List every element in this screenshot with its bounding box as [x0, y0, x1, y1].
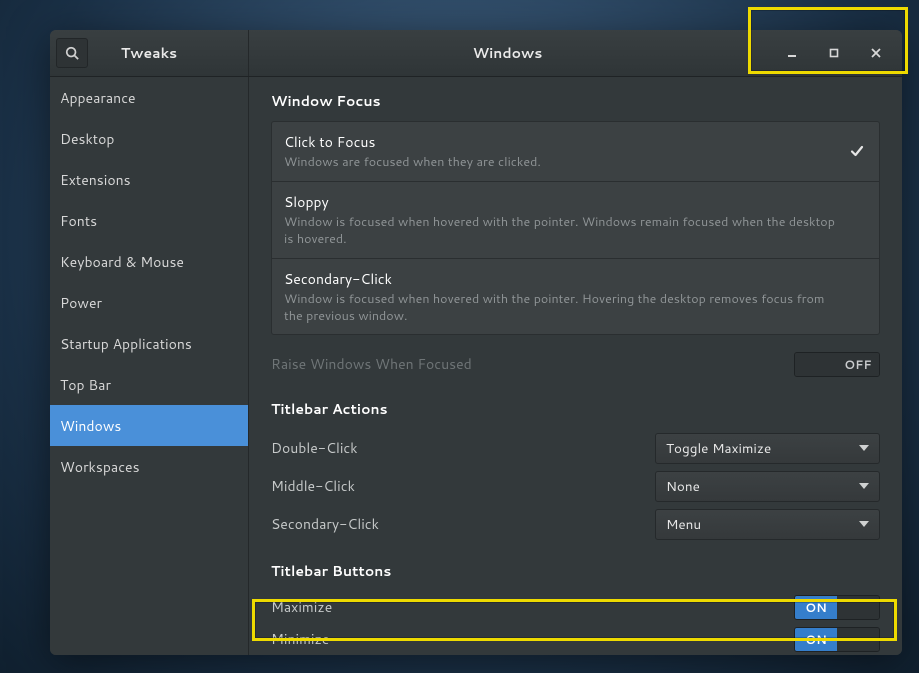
focus-option-title: Click to Focus: [284, 132, 837, 152]
chevron-down-icon: [859, 521, 869, 527]
titlebar-buttons-header: Titlebar Buttons: [271, 557, 880, 591]
check-placeholder: [847, 269, 867, 325]
sidebar-item-startup-applications[interactable]: Startup Applications: [50, 323, 248, 364]
titlebar-left: Tweaks: [50, 30, 249, 76]
sidebar-item-workspaces[interactable]: Workspaces: [50, 446, 248, 487]
close-icon: [871, 48, 881, 58]
sidebar: Appearance Desktop Extensions Fonts Keyb…: [50, 77, 249, 655]
titlebar-right: Windows: [249, 30, 902, 76]
sidebar-item-power[interactable]: Power: [50, 282, 248, 323]
sidebar-item-fonts[interactable]: Fonts: [50, 200, 248, 241]
raise-when-focused-row: Raise Windows When Focused OFF: [271, 345, 880, 383]
dropdown-value: Toggle Maximize: [666, 439, 771, 458]
search-icon: [65, 46, 79, 60]
dropdown-value: Menu: [666, 515, 701, 534]
middle-click-row: Middle-Click None: [271, 467, 880, 505]
maximize-button[interactable]: [826, 45, 842, 61]
page-title: Windows: [249, 43, 766, 63]
double-click-row: Double-Click Toggle Maximize: [271, 429, 880, 467]
toggle-knob: [795, 353, 837, 376]
toggle-label: OFF: [837, 353, 879, 376]
focus-option-desc: Window is focused when hovered with the …: [284, 214, 837, 248]
tweaks-window: Tweaks Windows Appearance Desktop Extens…: [50, 30, 902, 655]
middle-click-label: Middle-Click: [271, 476, 645, 496]
window-focus-header: Window Focus: [271, 87, 880, 121]
window-controls: [766, 45, 902, 61]
window-focus-options: Click to Focus Windows are focused when …: [271, 121, 880, 335]
minimize-row: Minimize ON: [271, 623, 880, 655]
sidebar-item-keyboard-and-mouse[interactable]: Keyboard & Mouse: [50, 241, 248, 282]
chevron-down-icon: [859, 483, 869, 489]
titlebar: Tweaks Windows: [50, 30, 902, 77]
focus-option-secondary-click[interactable]: Secondary-Click Window is focused when h…: [272, 259, 879, 335]
check-icon: [847, 132, 867, 171]
content-pane: Window Focus Click to Focus Windows are …: [249, 77, 902, 655]
focus-option-desc: Window is focused when hovered with the …: [284, 291, 837, 325]
maximize-row: Maximize ON: [271, 591, 880, 623]
secondary-click-label: Secondary-Click: [271, 514, 645, 534]
minimize-button[interactable]: [784, 45, 800, 61]
minimize-icon: [787, 48, 797, 58]
toggle-knob: [837, 596, 879, 619]
maximize-icon: [829, 48, 839, 58]
sidebar-item-appearance[interactable]: Appearance: [50, 77, 248, 118]
focus-option-sloppy[interactable]: Sloppy Window is focused when hovered wi…: [272, 182, 879, 259]
middle-click-dropdown[interactable]: None: [655, 471, 880, 502]
toggle-label: ON: [795, 628, 837, 651]
search-button[interactable]: [56, 38, 88, 68]
secondary-click-dropdown[interactable]: Menu: [655, 509, 880, 540]
double-click-label: Double-Click: [271, 438, 645, 458]
maximize-toggle[interactable]: ON: [794, 595, 880, 620]
sidebar-item-top-bar[interactable]: Top Bar: [50, 364, 248, 405]
raise-when-focused-label: Raise Windows When Focused: [271, 354, 784, 374]
minimize-label: Minimize: [271, 629, 784, 649]
toggle-label: ON: [795, 596, 837, 619]
focus-option-title: Sloppy: [284, 192, 837, 212]
sidebar-item-windows[interactable]: Windows: [50, 405, 248, 446]
titlebar-actions-header: Titlebar Actions: [271, 395, 880, 429]
dropdown-value: None: [666, 477, 700, 496]
check-placeholder: [847, 192, 867, 248]
minimize-toggle[interactable]: ON: [794, 627, 880, 652]
app-title: Tweaks: [96, 43, 202, 63]
chevron-down-icon: [859, 445, 869, 451]
focus-option-click-to-focus[interactable]: Click to Focus Windows are focused when …: [272, 122, 879, 182]
focus-option-title: Secondary-Click: [284, 269, 837, 289]
secondary-click-row: Secondary-Click Menu: [271, 505, 880, 543]
focus-option-desc: Windows are focused when they are clicke…: [284, 154, 837, 171]
toggle-knob: [837, 628, 879, 651]
sidebar-item-desktop[interactable]: Desktop: [50, 118, 248, 159]
close-button[interactable]: [868, 45, 884, 61]
double-click-dropdown[interactable]: Toggle Maximize: [655, 433, 880, 464]
raise-when-focused-toggle[interactable]: OFF: [794, 352, 880, 377]
sidebar-item-extensions[interactable]: Extensions: [50, 159, 248, 200]
maximize-label: Maximize: [271, 597, 784, 617]
